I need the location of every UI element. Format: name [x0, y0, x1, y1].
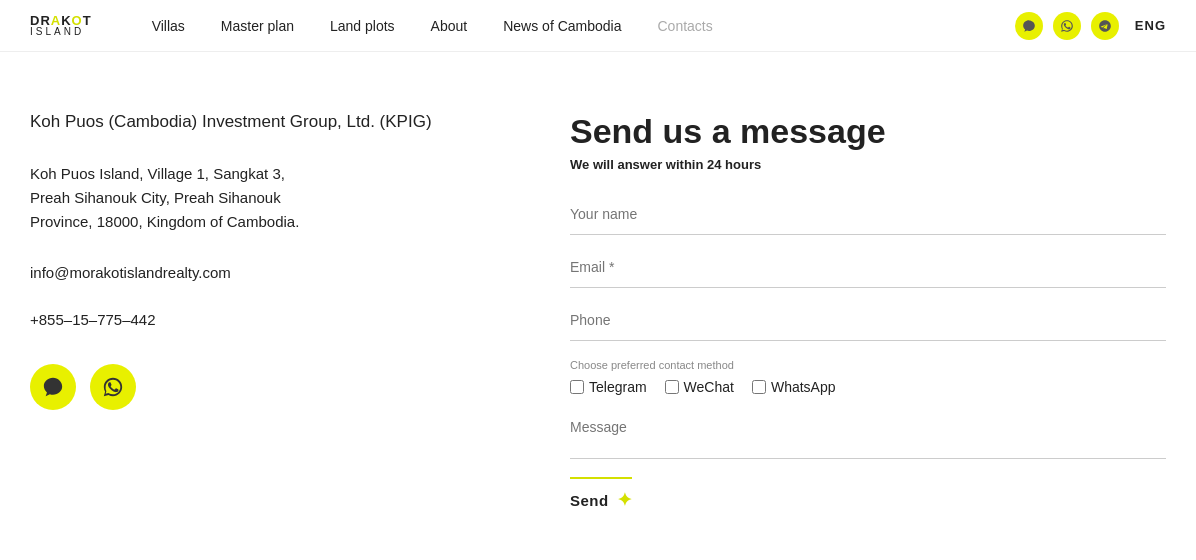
address-line1: Koh Puos Island, Village 1, Sangkat 3,	[30, 165, 285, 182]
email-input[interactable]	[570, 253, 1166, 281]
address-block: Koh Puos Island, Village 1, Sangkat 3, P…	[30, 162, 510, 234]
name-input[interactable]	[570, 200, 1166, 228]
nav-contacts[interactable]: Contacts	[657, 18, 712, 34]
wechat-label: WeChat	[684, 379, 734, 395]
whatsapp-checkbox[interactable]	[752, 380, 766, 394]
main-nav: Villas Master plan Land plots About News…	[152, 18, 1015, 34]
checkbox-whatsapp[interactable]: WhatsApp	[752, 379, 836, 395]
header: DRAKOT ISLAND Villas Master plan Land pl…	[0, 0, 1196, 52]
contact-method-label: Choose preferred contact method	[570, 359, 1166, 371]
header-social-wechat[interactable]	[1015, 12, 1043, 40]
contact-info: Koh Puos (Cambodia) Investment Group, Lt…	[30, 112, 510, 511]
header-social-whatsapp[interactable]	[1053, 12, 1081, 40]
checkbox-wechat[interactable]: WeChat	[665, 379, 734, 395]
checkboxes-row: Telegram WeChat WhatsApp	[570, 379, 1166, 395]
social-wechat-large[interactable]	[30, 364, 76, 410]
telegram-label: Telegram	[589, 379, 647, 395]
send-star-icon: ✦	[617, 489, 632, 511]
company-name: Koh Puos (Cambodia) Investment Group, Lt…	[30, 112, 510, 132]
logo[interactable]: DRAKOT ISLAND	[30, 14, 92, 37]
email-field-group	[570, 253, 1166, 288]
message-input[interactable]	[570, 413, 1166, 449]
telegram-checkbox[interactable]	[570, 380, 584, 394]
phone-input[interactable]	[570, 306, 1166, 334]
wechat-checkbox[interactable]	[665, 380, 679, 394]
nav-master-plan[interactable]: Master plan	[221, 18, 294, 34]
name-field-group	[570, 200, 1166, 235]
email[interactable]: info@morakotislandrealty.com	[30, 264, 510, 281]
header-social-telegram[interactable]	[1091, 12, 1119, 40]
form-title: Send us a message	[570, 112, 1166, 151]
logo-sub: ISLAND	[30, 27, 92, 37]
social-icons-row	[30, 364, 510, 410]
nav-villas[interactable]: Villas	[152, 18, 185, 34]
contact-form-section: Send us a message We will answer within …	[570, 112, 1166, 511]
phone: +855–15–775–442	[30, 311, 510, 328]
send-button[interactable]: Send ✦	[570, 477, 632, 511]
message-field-group	[570, 413, 1166, 459]
social-whatsapp-large[interactable]	[90, 364, 136, 410]
checkbox-telegram[interactable]: Telegram	[570, 379, 647, 395]
address-line3: Province, 18000, Kingdom of Cambodia.	[30, 213, 299, 230]
main-content: Koh Puos (Cambodia) Investment Group, Lt…	[0, 52, 1196, 551]
phone-field-group	[570, 306, 1166, 341]
header-right: ENG	[1015, 12, 1166, 40]
send-label: Send	[570, 492, 609, 509]
form-subtitle: We will answer within 24 hours	[570, 157, 1166, 172]
nav-land-plots[interactable]: Land plots	[330, 18, 395, 34]
language-toggle[interactable]: ENG	[1135, 18, 1166, 33]
address-line2: Preah Sihanouk City, Preah Sihanouk	[30, 189, 281, 206]
nav-news[interactable]: News of Cambodia	[503, 18, 621, 34]
nav-about[interactable]: About	[431, 18, 468, 34]
whatsapp-label: WhatsApp	[771, 379, 836, 395]
